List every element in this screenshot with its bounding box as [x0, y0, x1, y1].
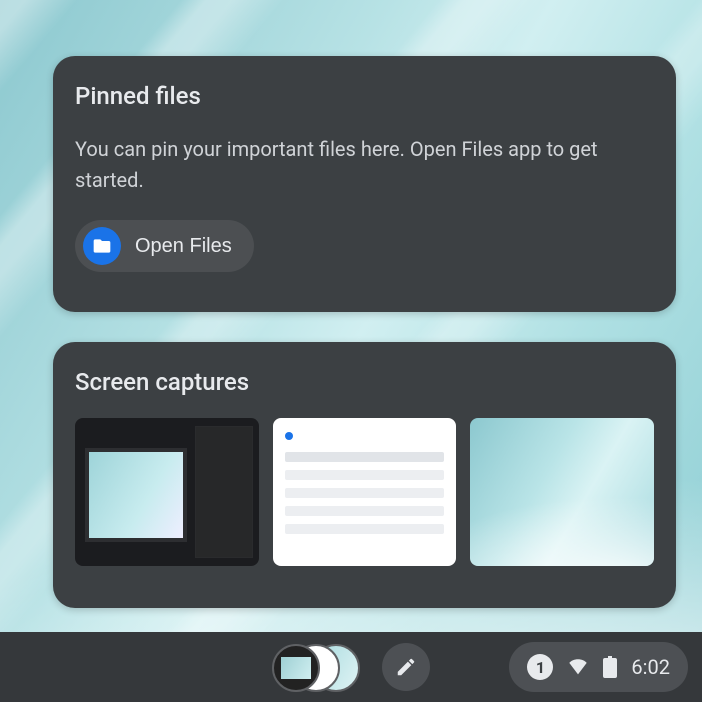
pinned-files-title: Pinned files	[75, 82, 654, 110]
screen-captures-title: Screen captures	[75, 368, 654, 396]
screenshot-thumbnail[interactable]	[75, 418, 259, 566]
folder-icon	[83, 227, 121, 265]
pinned-files-description: You can pin your important files here. O…	[75, 134, 654, 196]
shelf: 1 6:02	[0, 632, 702, 702]
screenshot-thumbnail[interactable]	[273, 418, 457, 566]
open-files-button[interactable]: Open Files	[75, 220, 254, 272]
pen-icon	[395, 656, 417, 678]
open-files-label: Open Files	[135, 235, 232, 258]
clock: 6:02	[631, 655, 670, 679]
holding-space-tray[interactable]	[272, 642, 364, 692]
wifi-icon	[567, 656, 589, 678]
battery-icon	[603, 656, 617, 678]
stylus-tools-button[interactable]	[382, 643, 430, 691]
screenshot-thumbnail[interactable]	[470, 418, 654, 566]
notification-count-badge: 1	[527, 654, 553, 680]
screen-captures-thumbnails	[75, 418, 654, 566]
screen-captures-panel: Screen captures	[53, 342, 676, 608]
status-tray[interactable]: 1 6:02	[509, 642, 688, 692]
pinned-files-panel: Pinned files You can pin your important …	[53, 56, 676, 312]
